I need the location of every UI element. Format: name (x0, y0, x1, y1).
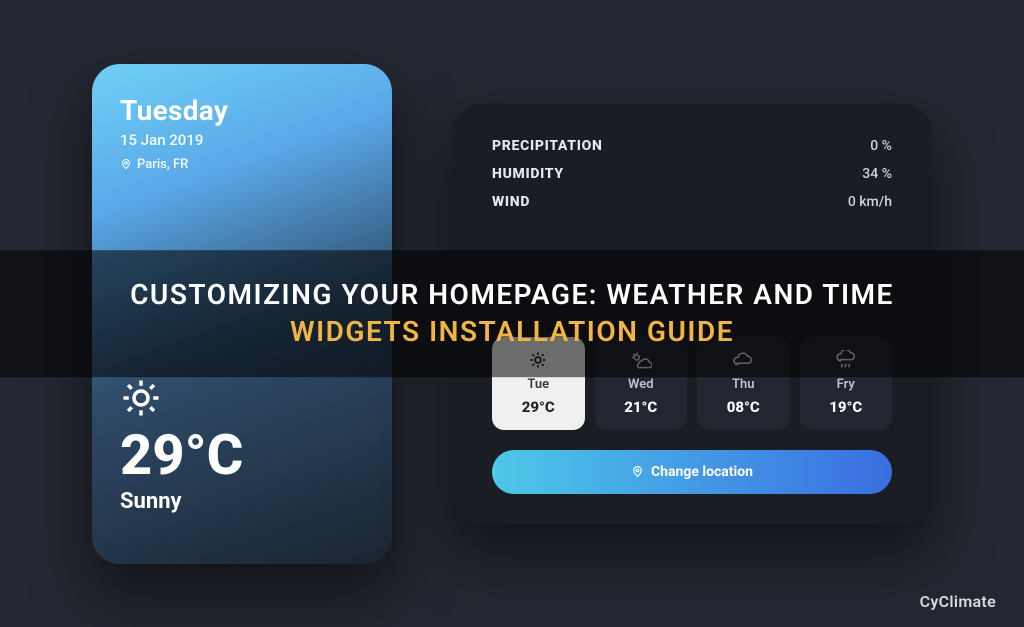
stat-humidity: HUMIDITY 34 % (492, 166, 892, 182)
current-condition-block: 29°C Sunny (120, 377, 243, 514)
forecast-day-label: Wed (628, 377, 654, 392)
title-overlay: CUSTOMIZING YOUR HOMEPAGE: WEATHER AND T… (0, 250, 1024, 378)
stat-label: HUMIDITY (492, 166, 564, 182)
day-name: Tuesday (120, 94, 364, 127)
stats-block: PRECIPITATION 0 % HUMIDITY 34 % WIND 0 k… (492, 138, 892, 210)
stat-label: WIND (492, 194, 530, 210)
forecast-day-temp: 19°C (829, 398, 862, 416)
forecast-day-label: Tue (527, 377, 549, 392)
forecast-day-temp: 08°C (727, 398, 760, 416)
forecast-day-temp: 29°C (522, 398, 555, 416)
stat-label: PRECIPITATION (492, 138, 603, 154)
title-line-2: WIDGETS INSTALLATION GUIDE (40, 314, 984, 352)
sun-icon (120, 377, 243, 419)
location-row: Paris, FR (120, 157, 364, 172)
forecast-day-label: Thu (732, 377, 755, 392)
forecast-day-label: Fry (837, 377, 855, 392)
change-location-button[interactable]: Change location (492, 450, 892, 494)
brand-watermark: CyClimate (920, 592, 996, 611)
date-text: 15 Jan 2019 (120, 131, 364, 149)
stat-value: 0 km/h (848, 194, 892, 210)
forecast-day-temp: 21°C (624, 398, 657, 416)
stat-precipitation: PRECIPITATION 0 % (492, 138, 892, 154)
stat-value: 34 % (862, 166, 892, 182)
location-text: Paris, FR (137, 157, 188, 172)
temperature-value: 29°C (120, 427, 243, 483)
stat-wind: WIND 0 km/h (492, 194, 892, 210)
stat-value: 0 % (870, 138, 892, 154)
condition-text: Sunny (120, 489, 243, 514)
change-location-label: Change location (651, 464, 753, 480)
title-line-1: CUSTOMIZING YOUR HOMEPAGE: WEATHER AND T… (40, 276, 984, 314)
pin-icon (631, 465, 644, 478)
pin-icon (120, 158, 132, 170)
